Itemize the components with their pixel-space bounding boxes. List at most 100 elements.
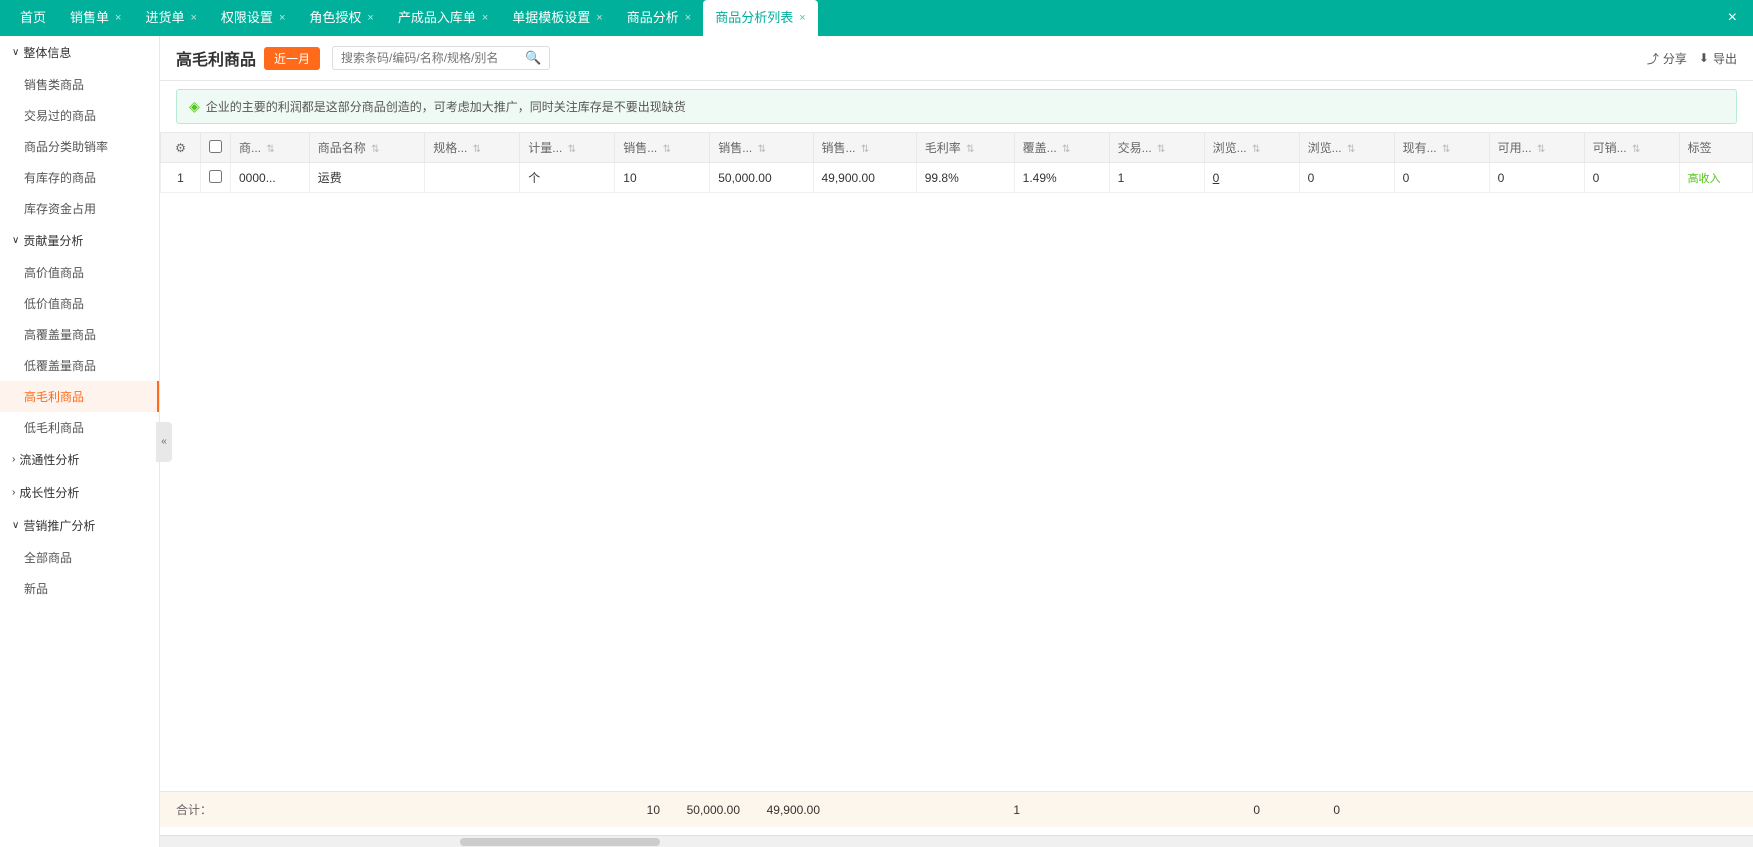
info-text: 企业的主要的利润都是这部分商品创造的，可考虑加大推广，同时关注库存是不要出现缺货 bbox=[206, 98, 686, 115]
close-purchase-tab[interactable]: × bbox=[190, 0, 196, 36]
cell-spec bbox=[425, 163, 520, 193]
sidebar-item-low-value[interactable]: 低价值商品 bbox=[0, 288, 159, 319]
horizontal-scrollbar[interactable] bbox=[160, 835, 1753, 847]
sort-unit-icon: ⇅ bbox=[568, 144, 576, 155]
col-name[interactable]: 商品名称 ⇅ bbox=[309, 133, 425, 163]
sidebar-item-all-goods[interactable]: 全部商品 bbox=[0, 542, 159, 573]
cell-coverage: 1.49% bbox=[1014, 163, 1109, 193]
cell-unit: 个 bbox=[520, 163, 615, 193]
cell-checkbox[interactable] bbox=[201, 163, 231, 193]
sidebar-item-high-value[interactable]: 高价值商品 bbox=[0, 257, 159, 288]
sort-view1-icon: ⇅ bbox=[1252, 144, 1260, 155]
cell-gross-margin: 99.8% bbox=[916, 163, 1014, 193]
close-analysis-tab[interactable]: × bbox=[685, 0, 691, 36]
cell-code: 0000... bbox=[231, 163, 310, 193]
col-sellable[interactable]: 可销... ⇅ bbox=[1584, 133, 1679, 163]
sidebar-item-sales-goods[interactable]: 销售类商品 bbox=[0, 69, 159, 100]
cell-transaction: 1 bbox=[1109, 163, 1204, 193]
col-sale-amount[interactable]: 销售... ⇅ bbox=[710, 133, 813, 163]
export-button[interactable]: ⬇ 导出 bbox=[1699, 50, 1737, 67]
col-coverage[interactable]: 覆盖... ⇅ bbox=[1014, 133, 1109, 163]
sidebar-item-stock-capital[interactable]: 库存资金占用 bbox=[0, 193, 159, 224]
select-all-checkbox[interactable] bbox=[209, 140, 222, 153]
close-permission-tab[interactable]: × bbox=[279, 0, 285, 36]
footer-sellable: 0 bbox=[1268, 803, 1348, 817]
sidebar-item-low-coverage[interactable]: 低覆盖量商品 bbox=[0, 350, 159, 381]
close-sales-tab[interactable]: × bbox=[115, 0, 121, 36]
col-code[interactable]: 商... ⇅ bbox=[231, 133, 310, 163]
sidebar-item-high-margin[interactable]: 高毛利商品 bbox=[0, 381, 159, 412]
row-checkbox[interactable] bbox=[209, 170, 222, 183]
footer-sale-qty: 10 bbox=[588, 803, 668, 817]
nav-analysis-list[interactable]: 商品分析列表 × bbox=[703, 0, 817, 36]
sort-code-icon: ⇅ bbox=[266, 144, 274, 155]
sidebar-group-liquidity[interactable]: › 流通性分析 bbox=[0, 443, 159, 476]
close-analysis-list-tab[interactable]: × bbox=[799, 0, 805, 36]
sort-sale-amount-icon: ⇅ bbox=[758, 144, 766, 155]
share-button[interactable]: ⤴ 分享 bbox=[1647, 50, 1687, 67]
sidebar-group-contribution[interactable]: ∨ 贡献量分析 bbox=[0, 224, 159, 257]
close-all-button[interactable]: × bbox=[1720, 9, 1745, 27]
sidebar-item-high-coverage[interactable]: 高覆盖量商品 bbox=[0, 319, 159, 350]
sidebar-item-new-goods[interactable]: 新品 bbox=[0, 573, 159, 604]
content-header: 高毛利商品 近一月 🔍 ⤴ 分享 ⬇ 导出 bbox=[160, 36, 1753, 81]
sidebar: ∨ 整体信息 销售类商品 交易过的商品 商品分类助销率 有库存的商品 库存资金占… bbox=[0, 36, 160, 847]
close-role-tab[interactable]: × bbox=[367, 0, 373, 36]
nav-role[interactable]: 角色授权 × bbox=[297, 0, 385, 36]
sort-sellable-icon: ⇅ bbox=[1632, 144, 1640, 155]
cell-view2: 0 bbox=[1299, 163, 1394, 193]
col-gross-margin[interactable]: 毛利率 ⇅ bbox=[916, 133, 1014, 163]
sidebar-item-category-rate[interactable]: 商品分类助销率 bbox=[0, 131, 159, 162]
col-sale-profit[interactable]: 销售... ⇅ bbox=[813, 133, 916, 163]
nav-template[interactable]: 单据模板设置 × bbox=[500, 0, 614, 36]
sidebar-group-marketing[interactable]: ∨ 营销推广分析 bbox=[0, 509, 159, 542]
col-sale-qty[interactable]: 销售... ⇅ bbox=[615, 133, 710, 163]
sidebar-group-growth[interactable]: › 成长性分析 bbox=[0, 476, 159, 509]
close-product-stock-tab[interactable]: × bbox=[482, 0, 488, 36]
nav-purchase[interactable]: 进货单 × bbox=[133, 0, 208, 36]
export-icon: ⬇ bbox=[1699, 51, 1709, 65]
nav-permission[interactable]: 权限设置 × bbox=[209, 0, 297, 36]
sidebar-wrapper: ∨ 整体信息 销售类商品 交易过的商品 商品分类助销率 有库存的商品 库存资金占… bbox=[0, 36, 160, 847]
page-title: 高毛利商品 bbox=[176, 46, 256, 70]
period-button[interactable]: 近一月 bbox=[264, 47, 320, 70]
sort-name-icon: ⇅ bbox=[371, 144, 379, 155]
col-settings[interactable]: ⚙ bbox=[161, 133, 201, 163]
search-icon[interactable]: 🔍 bbox=[525, 50, 541, 66]
info-banner: ◈ 企业的主要的利润都是这部分商品创造的，可考虑加大推广，同时关注库存是不要出现… bbox=[176, 89, 1737, 124]
col-available[interactable]: 可用... ⇅ bbox=[1489, 133, 1584, 163]
sort-profit-icon: ⇅ bbox=[861, 144, 869, 155]
sort-current-stock-icon: ⇅ bbox=[1442, 144, 1450, 155]
col-view1[interactable]: 浏览... ⇅ bbox=[1204, 133, 1299, 163]
sidebar-item-traded-goods[interactable]: 交易过的商品 bbox=[0, 100, 159, 131]
col-unit[interactable]: 计量... ⇅ bbox=[520, 133, 615, 163]
table-container[interactable]: ⚙ 商... ⇅ 商品名称 ⇅ bbox=[160, 132, 1753, 847]
main-layout: ∨ 整体信息 销售类商品 交易过的商品 商品分类助销率 有库存的商品 库存资金占… bbox=[0, 36, 1753, 847]
share-icon: ⤴ bbox=[1647, 50, 1659, 67]
arrow-icon-2: ∨ bbox=[12, 235, 19, 246]
nav-sales[interactable]: 销售单 × bbox=[58, 0, 133, 36]
nav-product-analysis[interactable]: 商品分析 × bbox=[615, 0, 703, 36]
sidebar-group-overview[interactable]: ∨ 整体信息 bbox=[0, 36, 159, 69]
col-transaction[interactable]: 交易... ⇅ bbox=[1109, 133, 1204, 163]
col-checkbox[interactable] bbox=[201, 133, 231, 163]
sidebar-collapse-button[interactable]: « bbox=[156, 422, 172, 462]
col-spec[interactable]: 规格... ⇅ bbox=[425, 133, 520, 163]
footer-sale-amount: 50,000.00 bbox=[668, 803, 748, 817]
close-template-tab[interactable]: × bbox=[596, 0, 602, 36]
col-view2[interactable]: 浏览... ⇅ bbox=[1299, 133, 1394, 163]
search-input[interactable] bbox=[341, 51, 521, 65]
sidebar-item-stocked-goods[interactable]: 有库存的商品 bbox=[0, 162, 159, 193]
cell-tag: 高收入 bbox=[1679, 163, 1752, 193]
sidebar-item-low-margin[interactable]: 低毛利商品 bbox=[0, 412, 159, 443]
footer-bar: 合计： 10 50,000.00 49,900.00 1 0 0 bbox=[160, 791, 1753, 827]
col-current-stock[interactable]: 现有... ⇅ bbox=[1394, 133, 1489, 163]
scrollbar-thumb[interactable] bbox=[460, 838, 660, 846]
nav-product-stock[interactable]: 产成品入库单 × bbox=[386, 0, 500, 36]
footer-current-stock: 0 bbox=[1188, 803, 1268, 817]
content-area: 高毛利商品 近一月 🔍 ⤴ 分享 ⬇ 导出 ◈ 企业的主要的利润都是这部分商品创… bbox=[160, 36, 1753, 847]
info-icon: ◈ bbox=[189, 98, 200, 115]
nav-home[interactable]: 首页 bbox=[8, 0, 58, 36]
cell-view1[interactable]: 0 bbox=[1204, 163, 1299, 193]
col-tag[interactable]: 标签 bbox=[1679, 133, 1752, 163]
